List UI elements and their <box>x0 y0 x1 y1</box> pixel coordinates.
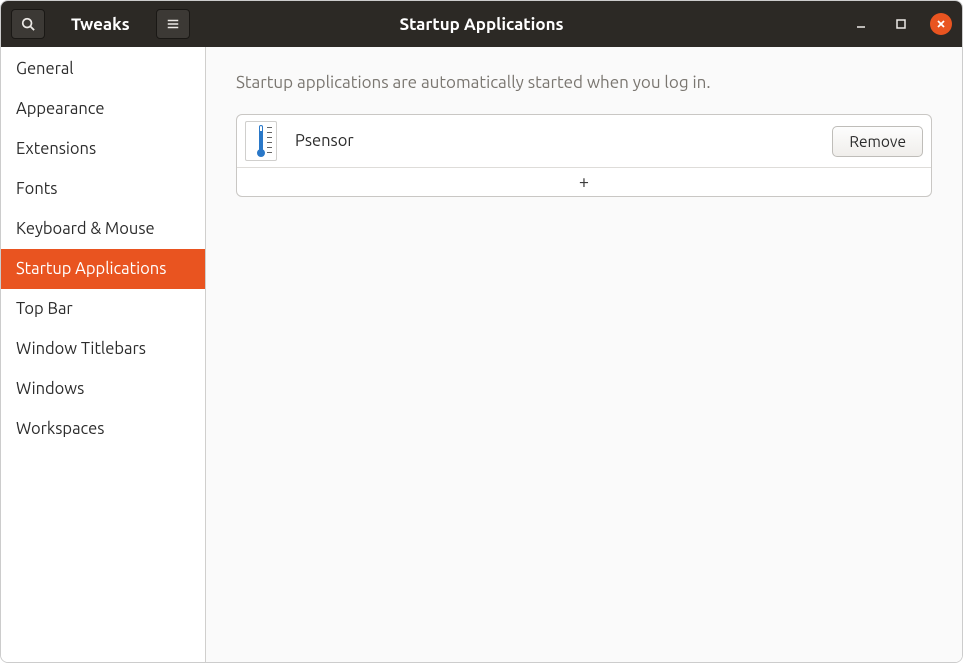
startup-app-row: Psensor Remove <box>237 115 931 168</box>
titlebar-left: Tweaks <box>1 1 190 47</box>
sidebar-item-label: Window Titlebars <box>16 340 146 358</box>
search-icon <box>21 17 35 31</box>
app-name-label: Psensor <box>295 132 832 150</box>
menu-button[interactable] <box>156 9 190 39</box>
plus-icon: + <box>579 172 589 192</box>
sidebar-item-top-bar[interactable]: Top Bar <box>1 289 205 329</box>
hamburger-icon <box>166 17 180 31</box>
psensor-icon <box>245 121 277 161</box>
titlebar: Tweaks Startup Applications <box>1 1 962 47</box>
startup-app-list: Psensor Remove + <box>236 114 932 197</box>
maximize-button[interactable] <box>890 13 912 35</box>
sidebar: General Appearance Extensions Fonts Keyb… <box>1 47 206 662</box>
main-panel: Startup applications are automatically s… <box>206 47 962 662</box>
sidebar-item-extensions[interactable]: Extensions <box>1 129 205 169</box>
close-button[interactable] <box>930 13 952 35</box>
sidebar-item-general[interactable]: General <box>1 49 205 89</box>
sidebar-item-label: Extensions <box>16 140 96 158</box>
add-startup-app-button[interactable]: + <box>237 168 931 196</box>
app-title: Tweaks <box>71 15 130 34</box>
sidebar-item-label: Keyboard & Mouse <box>16 220 155 238</box>
sidebar-item-window-titlebars[interactable]: Window Titlebars <box>1 329 205 369</box>
window-controls <box>850 13 952 35</box>
thermometer-icon <box>257 125 265 157</box>
sidebar-item-label: Fonts <box>16 180 57 198</box>
sidebar-item-label: General <box>16 60 74 78</box>
maximize-icon <box>896 19 906 29</box>
search-button[interactable] <box>11 9 45 39</box>
tweaks-window: Tweaks Startup Applications General Appe… <box>0 0 963 663</box>
sidebar-item-keyboard-mouse[interactable]: Keyboard & Mouse <box>1 209 205 249</box>
sidebar-item-label: Workspaces <box>16 420 104 438</box>
sidebar-item-workspaces[interactable]: Workspaces <box>1 409 205 449</box>
sidebar-item-appearance[interactable]: Appearance <box>1 89 205 129</box>
info-text: Startup applications are automatically s… <box>236 73 932 92</box>
sidebar-item-windows[interactable]: Windows <box>1 369 205 409</box>
sidebar-item-startup-applications[interactable]: Startup Applications <box>1 249 205 289</box>
sidebar-item-label: Appearance <box>16 100 105 118</box>
window-title: Startup Applications <box>399 15 563 34</box>
content-area: General Appearance Extensions Fonts Keyb… <box>1 47 962 662</box>
minimize-button[interactable] <box>850 13 872 35</box>
close-icon <box>936 19 946 29</box>
sidebar-item-label: Top Bar <box>16 300 73 318</box>
sidebar-item-label: Startup Applications <box>16 260 166 278</box>
sidebar-item-label: Windows <box>16 380 84 398</box>
sidebar-item-fonts[interactable]: Fonts <box>1 169 205 209</box>
minimize-icon <box>856 19 866 29</box>
remove-button[interactable]: Remove <box>832 126 923 157</box>
